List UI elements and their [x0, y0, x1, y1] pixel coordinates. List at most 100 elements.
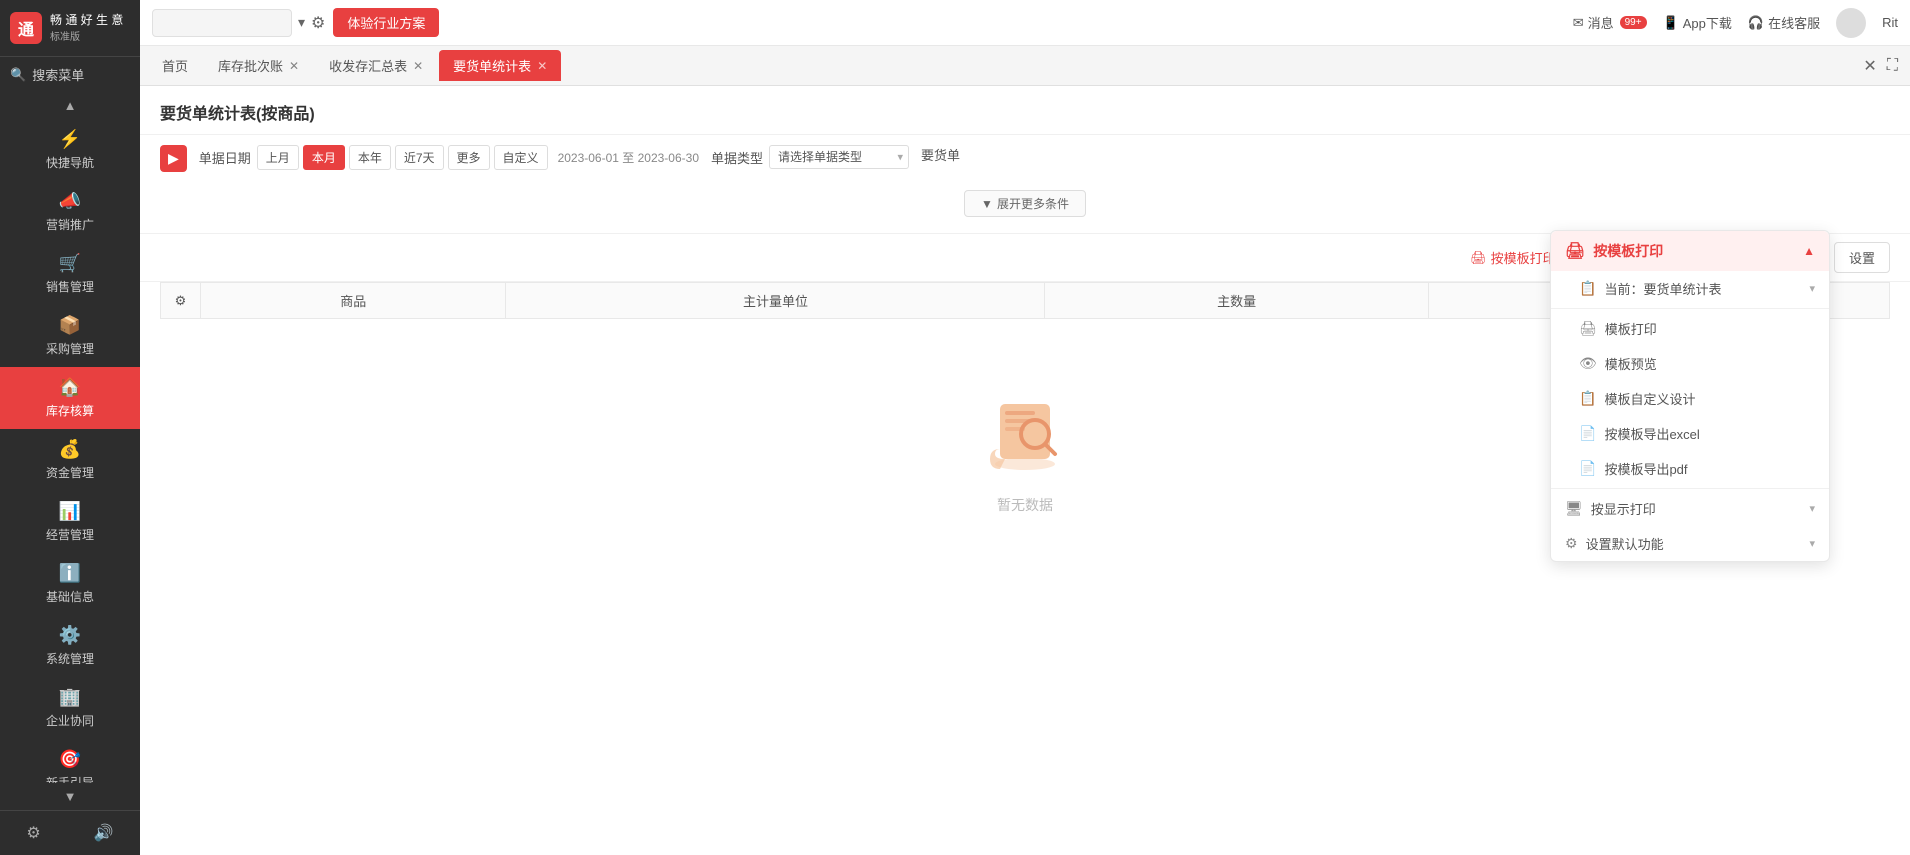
sidebar-scroll-down[interactable]: ▼	[0, 783, 140, 810]
tab-receipt-summary-label: 收发存汇总表	[329, 56, 407, 75]
filter-status-group: 要货单	[921, 145, 960, 164]
dropdown-current-item[interactable]: 📋 当前：要货单统计表 ▾	[1551, 271, 1829, 306]
display-print-icon: 🖥	[1565, 500, 1583, 517]
inventory-icon: 🏠	[59, 377, 81, 398]
sidebar-item-label: 营销推广	[46, 216, 94, 233]
filter-btn-custom[interactable]: 自定义	[494, 145, 548, 170]
content-area: 要货单统计表(按商品) ▶ 单据日期 上月 本月 本年 近7天 更多 自定义 2…	[140, 86, 1910, 855]
sidebar-item-quick-nav[interactable]: ⚡ 快捷导航	[0, 119, 140, 181]
tab-receipt-summary-close[interactable]: ✕	[413, 60, 423, 72]
sidebar-item-operations[interactable]: 📊 经营管理	[0, 491, 140, 553]
logo-title: 畅 通 好 生 意	[50, 13, 123, 27]
quick-nav-icon: ⚡	[59, 129, 81, 150]
expand-more-btn[interactable]: ▼ 展开更多条件	[964, 190, 1086, 217]
sidebar-item-basic[interactable]: ℹ️ 基础信息	[0, 553, 140, 615]
topbar-trial-btn[interactable]: 体验行业方案	[333, 8, 439, 37]
finance-icon: 💰	[59, 439, 81, 460]
filter-bar: ▶ 单据日期 上月 本月 本年 近7天 更多 自定义 2023-06-01 至 …	[140, 135, 1910, 234]
topbar-search-input[interactable]	[152, 9, 292, 37]
topbar: ▾ ⚙ 体验行业方案 ✉ 消息 99+ 📱 App下载 🎧 在线客服 Rit	[140, 0, 1910, 46]
dropdown-group-display-print[interactable]: 🖥 按显示打印 ▾	[1551, 491, 1829, 526]
sidebar-item-label: 基础信息	[46, 588, 94, 605]
dropdown-divider-1	[1551, 308, 1829, 309]
topbar-username[interactable]: Rit	[1882, 15, 1898, 30]
settings-btn[interactable]: 设置	[1834, 242, 1890, 273]
filter-type-select[interactable]: 请选择单据类型	[769, 145, 909, 169]
sidebar-item-guide[interactable]: 🎯 新手引导	[0, 739, 140, 783]
sales-icon: 🛒	[59, 253, 81, 274]
tab-order-stats[interactable]: 要货单统计表 ✕	[439, 50, 561, 81]
dropdown-item-template-preview[interactable]: 👁 模板预览	[1551, 346, 1829, 381]
tab-order-stats-close[interactable]: ✕	[537, 60, 547, 72]
dropdown-item-export-pdf[interactable]: 📄 按模板导出pdf	[1551, 451, 1829, 486]
tab-close-window[interactable]: ✕	[1859, 52, 1880, 80]
export-excel-icon: 📄	[1579, 425, 1596, 442]
topbar-avatar[interactable]	[1836, 8, 1866, 38]
expand-label: 展开更多条件	[997, 195, 1069, 212]
sidebar-item-marketing[interactable]: 📣 营销推广	[0, 181, 140, 243]
topbar-app-download[interactable]: 📱 App下载	[1663, 13, 1732, 32]
logo-subtitle: 标准版	[50, 28, 123, 43]
enterprise-icon: 🏢	[59, 687, 81, 708]
tab-inventory-batch[interactable]: 库存批次账 ✕	[204, 50, 313, 81]
sidebar-item-sales[interactable]: 🛒 销售管理	[0, 243, 140, 305]
sidebar-scroll-up[interactable]: ▲	[0, 92, 140, 119]
filter-btn-more[interactable]: 更多	[448, 145, 490, 170]
filter-btn-last-7-days[interactable]: 近7天	[395, 145, 444, 170]
tabbar: 首页 库存批次账 ✕ 收发存汇总表 ✕ 要货单统计表 ✕ ✕ ⛶	[140, 46, 1910, 86]
print-label: 按模板打印	[1491, 248, 1556, 267]
topbar-gear-btn[interactable]: ⚙	[311, 13, 325, 33]
page-title: 要货单统计表(按商品)	[160, 106, 315, 123]
sidebar-item-system[interactable]: ⚙️ 系统管理	[0, 615, 140, 677]
filter-btn-current-year[interactable]: 本年	[349, 145, 391, 170]
topbar-messages[interactable]: ✉ 消息 99+	[1573, 13, 1647, 32]
sidebar-item-inventory[interactable]: 🏠 库存核算	[0, 367, 140, 429]
sidebar-nav: ⚡ 快捷导航 📣 营销推广 🛒 销售管理 📦 采购管理 🏠 库存核算 💰 资金管…	[0, 119, 140, 783]
sidebar-item-label: 系统管理	[46, 650, 94, 667]
filter-btn-last-month[interactable]: 上月	[257, 145, 299, 170]
export-pdf-label: 按模板导出pdf	[1604, 459, 1687, 478]
tab-maximize-window[interactable]: ⛶	[1883, 53, 1902, 79]
sidebar-item-purchase[interactable]: 📦 采购管理	[0, 305, 140, 367]
messages-badge: 99+	[1620, 16, 1647, 29]
filter-type-label: 单据类型	[711, 148, 763, 167]
sidebar-item-enterprise[interactable]: 🏢 企业协同	[0, 677, 140, 739]
dropdown-item-export-excel[interactable]: 📄 按模板导出excel	[1551, 416, 1829, 451]
filter-date-label: 单据日期	[199, 148, 251, 167]
dropdown-header[interactable]: 🖨 按模板打印 ▲	[1551, 231, 1829, 271]
sidebar-item-finance[interactable]: 💰 资金管理	[0, 429, 140, 491]
tab-home[interactable]: 首页	[148, 50, 202, 81]
marketing-icon: 📣	[59, 191, 81, 212]
dropdown-header-left: 🖨 按模板打印	[1565, 241, 1663, 261]
expand-more-row: ▼ 展开更多条件	[160, 184, 1890, 223]
sidebar-speaker-btn[interactable]: 🔊	[86, 819, 122, 847]
item-left: 👁 模板预览	[1579, 354, 1657, 373]
dropdown-item-template-design[interactable]: 📋 模板自定义设计	[1551, 381, 1829, 416]
online-service-icon: 🎧	[1748, 15, 1764, 31]
purchase-icon: 📦	[59, 315, 81, 336]
sidebar-search[interactable]: 🔍 搜索菜单	[0, 57, 140, 92]
main-area: ▾ ⚙ 体验行业方案 ✉ 消息 99+ 📱 App下载 🎧 在线客服 Rit	[140, 0, 1910, 855]
tab-order-stats-label: 要货单统计表	[453, 56, 531, 75]
topbar-online-service[interactable]: 🎧 在线客服	[1748, 13, 1820, 32]
tab-inventory-batch-close[interactable]: ✕	[289, 60, 299, 72]
tab-receipt-summary[interactable]: 收发存汇总表 ✕	[315, 50, 437, 81]
sidebar-settings-btn[interactable]: ⚙	[18, 819, 48, 847]
current-item-arrow: ▾	[1809, 282, 1815, 295]
filter-btn-current-month[interactable]: 本月	[303, 145, 345, 170]
basic-icon: ℹ️	[59, 563, 81, 584]
dropdown-group-set-default[interactable]: ⚙ 设置默认功能 ▾	[1551, 526, 1829, 561]
col-settings[interactable]: ⚙	[161, 283, 201, 319]
topbar-dropdown-btn[interactable]: ▾	[298, 14, 305, 31]
template-design-icon: 📋	[1579, 390, 1596, 407]
filter-expand-btn[interactable]: ▶	[160, 145, 187, 172]
dropdown-item-template-print[interactable]: 🖨 模板打印	[1551, 311, 1829, 346]
search-label: 搜索菜单	[32, 65, 84, 84]
group-left: ⚙ 设置默认功能	[1565, 534, 1664, 553]
online-service-label: 在线客服	[1768, 13, 1820, 32]
item-left: 📄 按模板导出pdf	[1579, 459, 1688, 478]
table-settings-icon[interactable]: ⚙	[175, 293, 187, 308]
guide-icon: 🎯	[59, 749, 81, 770]
group-left: 🖥 按显示打印	[1565, 499, 1656, 518]
tab-inventory-batch-label: 库存批次账	[218, 56, 283, 75]
